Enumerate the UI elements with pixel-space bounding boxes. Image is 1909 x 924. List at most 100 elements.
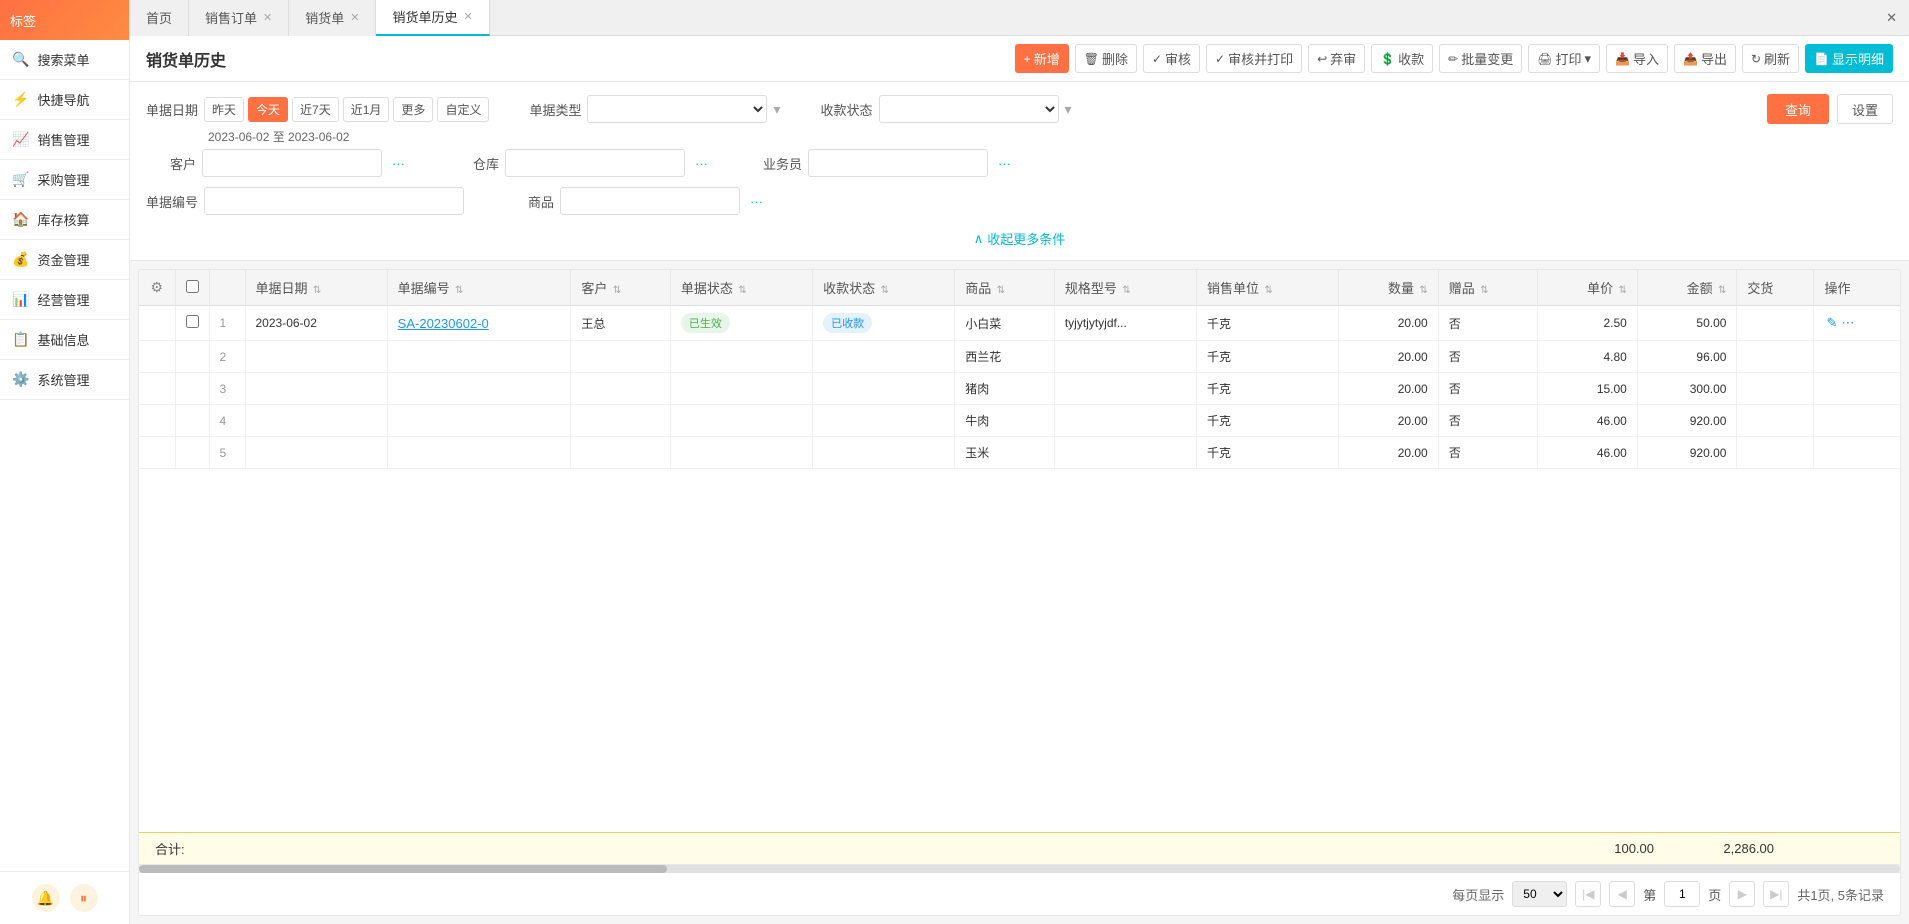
- pay-status-dropdown-icon[interactable]: ▾: [1065, 101, 1072, 118]
- sort-customer-icon[interactable]: ⇅: [613, 285, 621, 296]
- page-number-input[interactable]: [1664, 881, 1700, 907]
- td-doc-no[interactable]: [387, 373, 571, 405]
- tab-sales-history[interactable]: 销货单历史 ✕: [376, 0, 489, 36]
- date-more-btn[interactable]: 更多: [393, 97, 433, 122]
- td-doc-no[interactable]: [387, 437, 571, 469]
- date-today-btn[interactable]: 今天: [248, 97, 288, 122]
- sidebar-item-sales-mgmt[interactable]: 📈 销售管理: [0, 120, 129, 160]
- print-dropdown-icon[interactable]: ▾: [1584, 51, 1591, 67]
- sidebar-item-system[interactable]: ⚙️ 系统管理: [0, 360, 129, 400]
- table-scroll-container[interactable]: ⚙ 单据日期 ⇅ 单据编号: [139, 270, 1900, 832]
- th-settings[interactable]: ⚙: [139, 270, 175, 306]
- warehouse-input[interactable]: [505, 149, 685, 177]
- tab-sales-history-close[interactable]: ✕: [464, 10, 473, 23]
- sort-gift-icon[interactable]: ⇅: [1480, 285, 1488, 296]
- date-yesterday-btn[interactable]: 昨天: [204, 97, 244, 122]
- date-7days-btn[interactable]: 近7天: [292, 97, 339, 122]
- td-checkbox[interactable]: [175, 373, 209, 405]
- pause-btn[interactable]: ⏸: [70, 884, 98, 912]
- tab-home[interactable]: 首页: [130, 0, 189, 36]
- tab-sales-order[interactable]: 销售订单 ✕: [189, 0, 289, 36]
- scroll-bar-track[interactable]: [139, 865, 1900, 873]
- date-custom-btn[interactable]: 自定义: [437, 97, 489, 122]
- doc-no-link[interactable]: SA-20230602-0: [398, 316, 489, 331]
- th-doc-status[interactable]: 单据状态 ⇅: [670, 270, 812, 306]
- sort-doc-no-icon[interactable]: ⇅: [455, 285, 463, 296]
- td-doc-no[interactable]: [387, 341, 571, 373]
- prev-page-btn[interactable]: ◀: [1609, 881, 1635, 907]
- more-action-btn[interactable]: ⋯: [1839, 315, 1856, 330]
- sort-doc-status-icon[interactable]: ⇅: [738, 285, 746, 296]
- tab-sales-order-close[interactable]: ✕: [263, 11, 272, 24]
- th-doc-no[interactable]: 单据编号 ⇅: [387, 270, 571, 306]
- row-checkbox[interactable]: [186, 315, 199, 328]
- next-page-btn[interactable]: ▶: [1729, 881, 1755, 907]
- th-goods[interactable]: 商品 ⇅: [955, 270, 1055, 306]
- sidebar-item-finance[interactable]: 💰 资金管理: [0, 240, 129, 280]
- sidebar-item-purchase-mgmt[interactable]: 🛒 采购管理: [0, 160, 129, 200]
- date-1month-btn[interactable]: 近1月: [343, 97, 390, 122]
- add-button[interactable]: + 新增: [1015, 44, 1069, 73]
- td-doc-no[interactable]: SA-20230602-0: [387, 306, 571, 341]
- td-actions[interactable]: ✎⋯: [1814, 306, 1900, 341]
- first-page-btn[interactable]: |◀: [1575, 881, 1601, 907]
- sidebar-item-search-menu[interactable]: 🔍 搜索菜单: [0, 40, 129, 80]
- th-pay-status[interactable]: 收款状态 ⇅: [813, 270, 955, 306]
- sort-amount-icon[interactable]: ⇅: [1718, 285, 1726, 296]
- sort-spec-icon[interactable]: ⇅: [1122, 285, 1130, 296]
- collapse-btn[interactable]: ∧ 收起更多条件: [146, 225, 1893, 252]
- pay-status-select[interactable]: [879, 95, 1059, 123]
- scroll-bar-thumb[interactable]: [139, 865, 667, 873]
- sort-unit-price-icon[interactable]: ⇅: [1618, 285, 1626, 296]
- customer-dots-btn[interactable]: ···: [388, 156, 409, 171]
- collect-button[interactable]: 💲 收款: [1371, 44, 1433, 73]
- sort-qty-icon[interactable]: ⇅: [1419, 285, 1427, 296]
- tab-sales-delivery[interactable]: 销货单 ✕: [289, 0, 376, 36]
- td-checkbox[interactable]: [175, 405, 209, 437]
- sort-pay-status-icon[interactable]: ⇅: [880, 285, 888, 296]
- goods-input[interactable]: [560, 187, 740, 215]
- th-spec[interactable]: 规格型号 ⇅: [1054, 270, 1196, 306]
- edit-action-btn[interactable]: ✎: [1824, 315, 1839, 330]
- batch-change-button[interactable]: ✏ 批量变更: [1439, 44, 1522, 73]
- td-actions[interactable]: [1814, 341, 1900, 373]
- th-sales-unit[interactable]: 销售单位 ⇅: [1197, 270, 1339, 306]
- column-settings-icon[interactable]: ⚙: [150, 279, 163, 295]
- sidebar-item-inventory[interactable]: 🏠 库存核算: [0, 200, 129, 240]
- th-unit-price[interactable]: 单价 ⇅: [1538, 270, 1638, 306]
- td-actions[interactable]: [1814, 405, 1900, 437]
- sort-sales-unit-icon[interactable]: ⇅: [1264, 285, 1272, 296]
- doc-type-dropdown-icon[interactable]: ▾: [773, 101, 780, 118]
- per-page-select[interactable]: 50 100 200: [1512, 881, 1567, 907]
- refresh-button[interactable]: ↻ 刷新: [1742, 44, 1799, 73]
- scroll-bar-area[interactable]: [139, 864, 1900, 872]
- customer-input[interactable]: [202, 149, 382, 177]
- import-button[interactable]: 📥 导入: [1606, 44, 1668, 73]
- print-button[interactable]: 🖨 打印 ▾: [1528, 44, 1600, 73]
- select-all-checkbox[interactable]: [186, 280, 199, 293]
- delete-button[interactable]: 🗑 删除: [1075, 44, 1137, 73]
- td-actions[interactable]: [1814, 437, 1900, 469]
- td-doc-no[interactable]: [387, 405, 571, 437]
- td-checkbox[interactable]: [175, 306, 209, 341]
- th-doc-date[interactable]: 单据日期 ⇅: [245, 270, 387, 306]
- sidebar-item-basic-info[interactable]: 📋 基础信息: [0, 320, 129, 360]
- abandon-button[interactable]: ↩ 弃审: [1308, 44, 1365, 73]
- tab-sales-delivery-close[interactable]: ✕: [350, 11, 359, 24]
- td-checkbox[interactable]: [175, 437, 209, 469]
- goods-dots-btn[interactable]: ···: [746, 194, 767, 209]
- th-amount[interactable]: 金额 ⇅: [1637, 270, 1737, 306]
- settings-button[interactable]: 设置: [1837, 94, 1893, 124]
- export-button[interactable]: 📤 导出: [1674, 44, 1736, 73]
- audit-print-button[interactable]: ✓ 审核并打印: [1206, 44, 1302, 73]
- doc-no-input[interactable]: [204, 187, 464, 215]
- th-customer[interactable]: 客户 ⇅: [571, 270, 671, 306]
- query-button[interactable]: 查询: [1767, 94, 1829, 124]
- sort-goods-icon[interactable]: ⇅: [997, 285, 1005, 296]
- audit-button[interactable]: ✓ 审核: [1143, 44, 1200, 73]
- th-gift[interactable]: 赠品 ⇅: [1438, 270, 1538, 306]
- display-details-button[interactable]: 📄 显示明细: [1805, 44, 1893, 73]
- notification-btn[interactable]: 🔔: [32, 884, 60, 912]
- warehouse-dots-btn[interactable]: ···: [691, 156, 712, 171]
- td-actions[interactable]: [1814, 373, 1900, 405]
